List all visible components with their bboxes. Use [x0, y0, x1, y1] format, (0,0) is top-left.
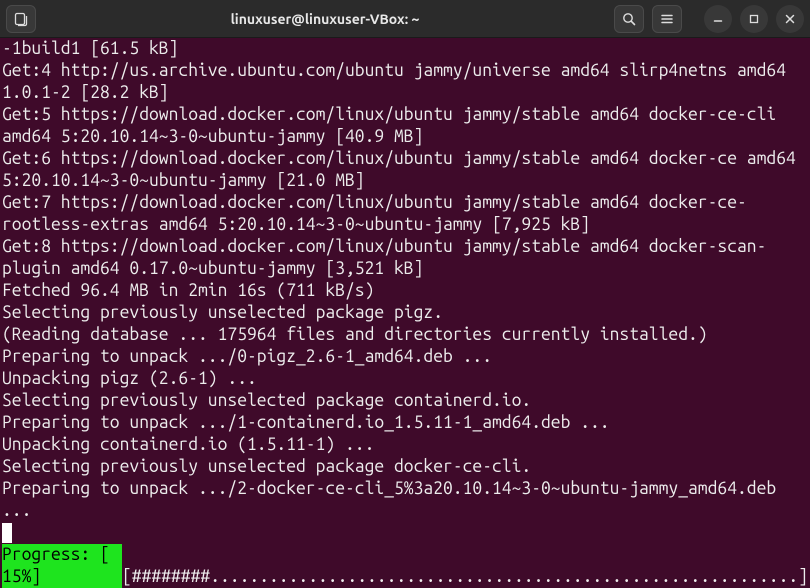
- terminal-line: Selecting previously unselected package …: [2, 302, 808, 324]
- progress-line: Progress: [ 15%] [########..............…: [2, 544, 808, 588]
- terminal-line: Get:8 https://download.docker.com/linux/…: [2, 236, 808, 280]
- terminal-line: (Reading database ... 175964 files and d…: [2, 324, 808, 346]
- terminal-line: Get:4 http://us.archive.ubuntu.com/ubunt…: [2, 60, 808, 104]
- terminal-line: Preparing to unpack .../2-docker-ce-cli_…: [2, 478, 808, 522]
- titlebar: linuxuser@linuxuser-VBox: ~: [0, 0, 810, 38]
- terminal-line: Preparing to unpack .../1-containerd.io_…: [2, 412, 808, 434]
- minimize-button[interactable]: [704, 5, 732, 33]
- terminal-line: Unpacking pigz (2.6-1) ...: [2, 368, 808, 390]
- new-tab-button[interactable]: [6, 5, 36, 33]
- terminal-line: Get:7 https://download.docker.com/linux/…: [2, 192, 808, 236]
- window-title: linuxuser@linuxuser-VBox: ~: [36, 8, 614, 30]
- progress-bar: [########...............................…: [122, 544, 808, 588]
- close-button[interactable]: [776, 5, 804, 33]
- terminal-output[interactable]: -1build1 [61.5 kB]Get:4 http://us.archiv…: [0, 38, 810, 588]
- new-tab-icon: [13, 11, 29, 27]
- titlebar-left: [6, 5, 36, 33]
- progress-label: Progress: [ 15%]: [2, 544, 122, 588]
- terminal-line: Fetched 96.4 MB in 2min 16s (711 kB/s): [2, 280, 808, 302]
- minimize-icon: [712, 13, 724, 25]
- menu-button[interactable]: [652, 5, 682, 33]
- terminal-line: Selecting previously unselected package …: [2, 456, 808, 478]
- terminal-line: Get:6 https://download.docker.com/linux/…: [2, 148, 808, 192]
- terminal-line: Get:5 https://download.docker.com/linux/…: [2, 104, 808, 148]
- terminal-line: Selecting previously unselected package …: [2, 390, 808, 412]
- close-icon: [784, 13, 796, 25]
- search-button[interactable]: [614, 5, 644, 33]
- hamburger-icon: [659, 11, 675, 27]
- cursor-line: [2, 522, 808, 544]
- cursor: [2, 523, 12, 543]
- terminal-line: Preparing to unpack .../0-pigz_2.6-1_amd…: [2, 346, 808, 368]
- titlebar-right: [614, 5, 804, 33]
- terminal-line: -1build1 [61.5 kB]: [2, 38, 808, 60]
- maximize-icon: [748, 13, 760, 25]
- terminal-line: Unpacking containerd.io (1.5.11-1) ...: [2, 434, 808, 456]
- search-icon: [621, 11, 637, 27]
- maximize-button[interactable]: [740, 5, 768, 33]
